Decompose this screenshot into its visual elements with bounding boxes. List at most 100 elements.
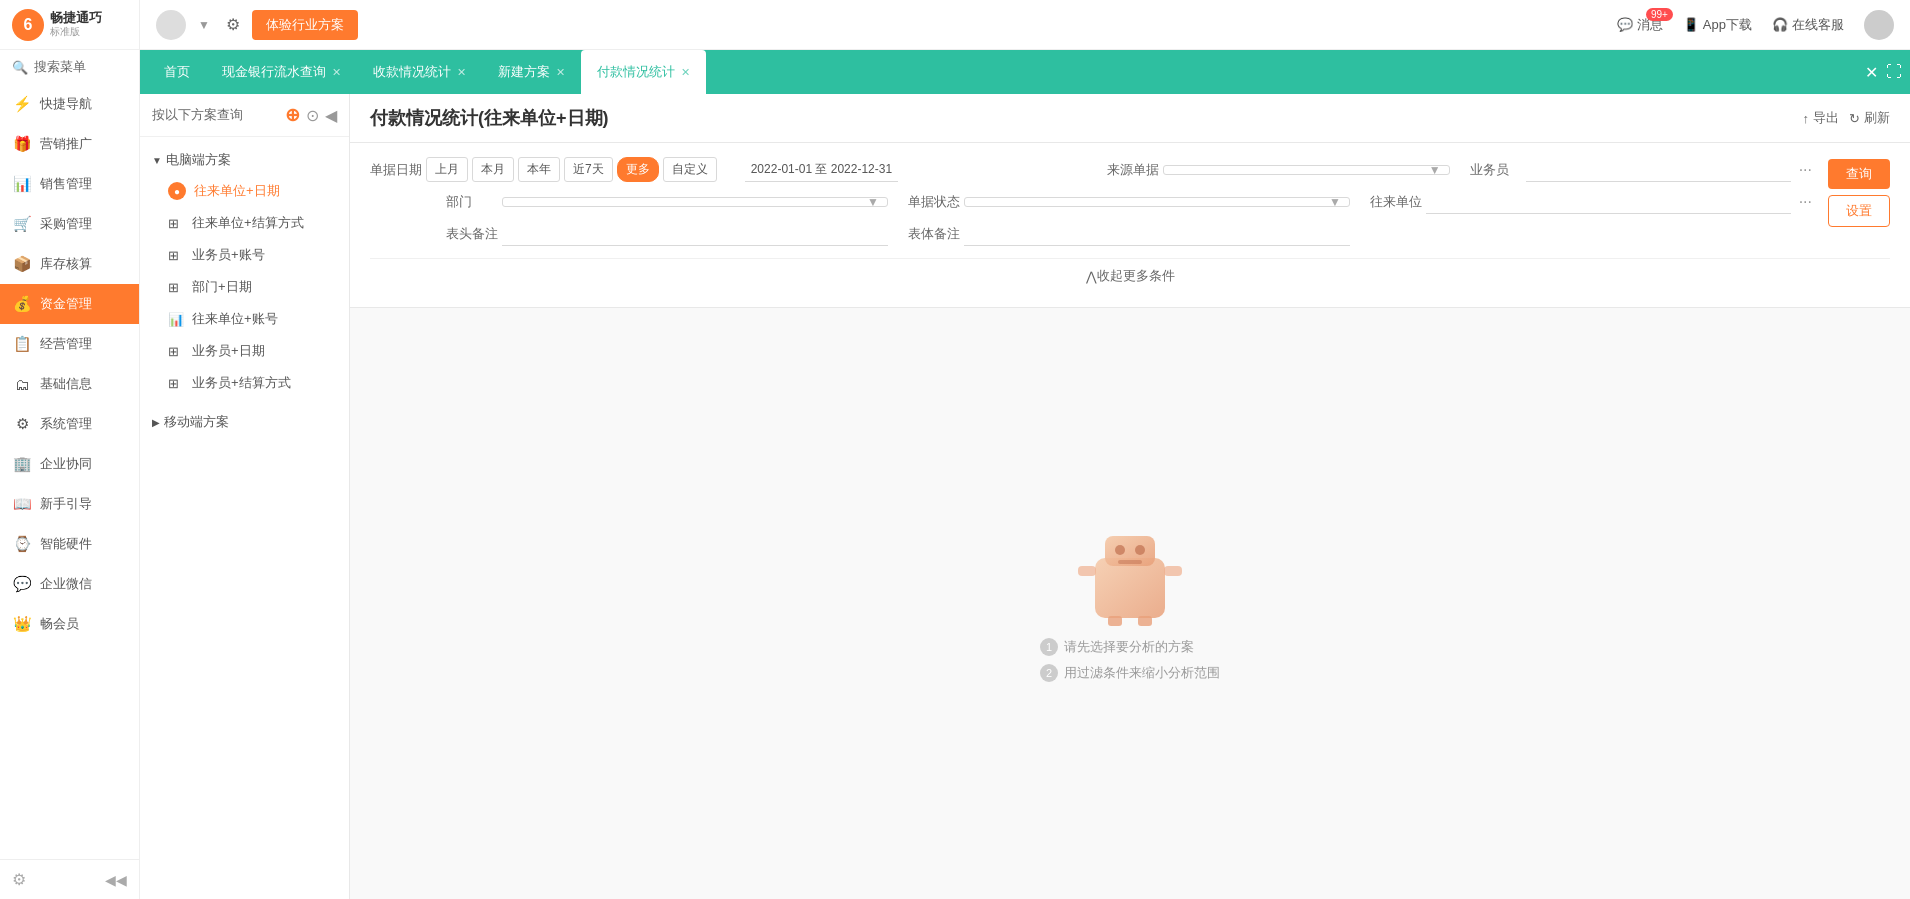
scheme-item-dept-date[interactable]: ⊞ 部门+日期 bbox=[140, 271, 349, 303]
sidebar-settings-icon[interactable]: ⚙ bbox=[12, 870, 26, 889]
scheme-icon: 📊 bbox=[168, 312, 184, 327]
svg-rect-6 bbox=[1138, 616, 1152, 626]
scheme-settings-icon[interactable]: ⊙ bbox=[306, 106, 319, 125]
page-title: 付款情况统计(往来单位+日期) bbox=[370, 106, 609, 130]
sidebar-item-label: 基础信息 bbox=[40, 375, 92, 393]
status-select[interactable]: ▼ bbox=[964, 197, 1350, 207]
notification-icon: 💬 bbox=[1617, 17, 1633, 32]
filter-settings-button[interactable]: 设置 bbox=[1828, 195, 1890, 227]
sidebar-item-quick-nav[interactable]: ⚡ 快捷导航 bbox=[0, 84, 139, 124]
tab-receipt-stats[interactable]: 收款情况统计 ✕ bbox=[357, 50, 482, 94]
enterprise-icon: 🏢 bbox=[12, 454, 32, 474]
purchase-icon: 🛒 bbox=[12, 214, 32, 234]
trial-button[interactable]: 体验行业方案 bbox=[252, 10, 358, 40]
online-service-item[interactable]: 🎧 在线客服 bbox=[1772, 16, 1844, 34]
sidebar-item-capital[interactable]: 💰 资金管理 bbox=[0, 284, 139, 324]
sidebar-item-basic-info[interactable]: 🗂 基础信息 bbox=[0, 364, 139, 404]
tab-payment-close[interactable]: ✕ bbox=[681, 66, 690, 79]
filter-area: 单据日期 上月 本月 本年 近7天 更多 自定义 bbox=[350, 143, 1910, 308]
add-scheme-icon[interactable]: ⊕ bbox=[285, 104, 300, 126]
sidebar-item-enterprise[interactable]: 🏢 企业协同 bbox=[0, 444, 139, 484]
tab-new-scheme[interactable]: 新建方案 ✕ bbox=[482, 50, 581, 94]
counterpart-label: 往来单位 bbox=[1370, 193, 1426, 211]
pc-group-title[interactable]: ▼ 电脑端方案 bbox=[140, 145, 349, 175]
sidebar-item-guide[interactable]: 📖 新手引导 bbox=[0, 484, 139, 524]
date-filter-label: 单据日期 bbox=[370, 161, 426, 179]
source-label: 来源单据 bbox=[1107, 161, 1163, 179]
app-sub: 标准版 bbox=[50, 25, 102, 39]
sidebar-nav: ⚡ 快捷导航 🎁 营销推广 📊 销售管理 🛒 采购管理 📦 库存核算 💰 资金管… bbox=[0, 84, 139, 859]
topbar-avatar-circle[interactable] bbox=[1864, 10, 1894, 40]
sidebar-search[interactable]: 🔍 搜索菜单 bbox=[0, 50, 139, 84]
scheme-item-salesperson-account[interactable]: ⊞ 业务员+账号 bbox=[140, 239, 349, 271]
header-remarks-label: 表头备注 bbox=[446, 225, 502, 243]
last-7days-btn[interactable]: 近7天 bbox=[564, 157, 613, 182]
sidebar-item-system[interactable]: ⚙ 系统管理 bbox=[0, 404, 139, 444]
dept-label: 部门 bbox=[446, 193, 502, 211]
panel-collapse-icon[interactable]: ◀ bbox=[325, 106, 337, 125]
more-dates-btn[interactable]: 更多 bbox=[617, 157, 659, 182]
scheme-item-salesperson-date[interactable]: ⊞ 业务员+日期 bbox=[140, 335, 349, 367]
scheme-item-salesperson-settle[interactable]: ⊞ 业务员+结算方式 bbox=[140, 367, 349, 399]
scheme-item-counterpart-settle[interactable]: ⊞ 往来单位+结算方式 bbox=[140, 207, 349, 239]
source-select[interactable]: ▼ bbox=[1163, 165, 1449, 175]
left-panel: 按以下方案查询 ⊕ ⊙ ◀ ▼ 电脑端方案 ● 往来单位+日期 ⊞ bbox=[140, 94, 350, 899]
sidebar-item-operations[interactable]: 📋 经营管理 bbox=[0, 324, 139, 364]
sidebar-item-label: 系统管理 bbox=[40, 415, 92, 433]
tab-cash-flow-close[interactable]: ✕ bbox=[332, 66, 341, 79]
app-download-item[interactable]: 📱 App下载 bbox=[1683, 16, 1752, 34]
sidebar-collapse-icon[interactable]: ◀◀ bbox=[105, 872, 127, 888]
tab-maximize-icon[interactable]: ⛶ bbox=[1886, 63, 1902, 81]
sidebar-item-hardware[interactable]: ⌚ 智能硬件 bbox=[0, 524, 139, 564]
page-actions: ↑ 导出 ↻ 刷新 bbox=[1803, 109, 1891, 127]
status-arrow-icon: ▼ bbox=[1329, 195, 1341, 209]
this-year-btn[interactable]: 本年 bbox=[518, 157, 560, 182]
last-month-btn[interactable]: 上月 bbox=[426, 157, 468, 182]
notification-item[interactable]: 💬 消息 99+ bbox=[1617, 16, 1663, 34]
sidebar-item-wechat[interactable]: 💬 企业微信 bbox=[0, 564, 139, 604]
salesperson-input[interactable] bbox=[1526, 158, 1791, 182]
body-remarks-input[interactable] bbox=[964, 222, 1350, 246]
topbar-user[interactable]: ▼ bbox=[156, 10, 210, 40]
tab-home[interactable]: 首页 bbox=[148, 50, 206, 94]
counterpart-input[interactable] bbox=[1426, 190, 1791, 214]
header-remarks-input[interactable] bbox=[502, 222, 888, 246]
sidebar-item-label: 快捷导航 bbox=[40, 95, 92, 113]
tab-close-all-icon[interactable]: ✕ bbox=[1865, 63, 1878, 82]
app-name: 畅捷通巧 bbox=[50, 10, 102, 26]
counterpart-dots[interactable]: ··· bbox=[1799, 193, 1812, 211]
sidebar-item-marketing[interactable]: 🎁 营销推广 bbox=[0, 124, 139, 164]
sidebar-item-member[interactable]: 👑 畅会员 bbox=[0, 604, 139, 644]
hint-num-2: 2 bbox=[1040, 664, 1058, 682]
search-label: 搜索菜单 bbox=[34, 58, 86, 76]
sidebar-item-inventory[interactable]: 📦 库存核算 bbox=[0, 244, 139, 284]
empty-hint-1: 1 请先选择要分析的方案 bbox=[1040, 638, 1220, 656]
tab-receipt-close[interactable]: ✕ bbox=[457, 66, 466, 79]
export-button[interactable]: ↑ 导出 bbox=[1803, 109, 1840, 127]
mobile-group-title[interactable]: ▶ 移动端方案 bbox=[152, 413, 337, 431]
basic-info-icon: 🗂 bbox=[12, 374, 32, 394]
scheme-icon: ⊞ bbox=[168, 280, 184, 295]
settings-icon[interactable]: ⚙ bbox=[226, 15, 240, 34]
dept-select[interactable]: ▼ bbox=[502, 197, 888, 207]
sidebar-item-label: 营销推广 bbox=[40, 135, 92, 153]
custom-date-btn[interactable]: 自定义 bbox=[663, 157, 717, 182]
tab-cash-flow[interactable]: 现金银行流水查询 ✕ bbox=[206, 50, 357, 94]
refresh-label: 刷新 bbox=[1864, 109, 1890, 127]
sidebar-item-label: 畅会员 bbox=[40, 615, 79, 633]
salesperson-dots[interactable]: ··· bbox=[1799, 161, 1812, 179]
scheme-item-counterpart-account[interactable]: 📊 往来单位+账号 bbox=[140, 303, 349, 335]
tab-new-scheme-close[interactable]: ✕ bbox=[556, 66, 565, 79]
tab-payment-stats[interactable]: 付款情况统计 ✕ bbox=[581, 50, 706, 94]
guide-icon: 📖 bbox=[12, 494, 32, 514]
sidebar-item-sales[interactable]: 📊 销售管理 bbox=[0, 164, 139, 204]
main: ▼ ⚙ 体验行业方案 💬 消息 99+ 📱 App下载 🎧 在线客服 首页 bbox=[140, 0, 1910, 899]
scheme-icon: ⊞ bbox=[168, 344, 184, 359]
user-dropdown-icon[interactable]: ▼ bbox=[198, 18, 210, 32]
this-month-btn[interactable]: 本月 bbox=[472, 157, 514, 182]
collapse-more-btn[interactable]: ⋀ 收起更多条件 bbox=[370, 258, 1890, 293]
query-button[interactable]: 查询 bbox=[1828, 159, 1890, 189]
scheme-item-counterpart-date[interactable]: ● 往来单位+日期 bbox=[140, 175, 349, 207]
refresh-button[interactable]: ↻ 刷新 bbox=[1849, 109, 1890, 127]
sidebar-item-purchase[interactable]: 🛒 采购管理 bbox=[0, 204, 139, 244]
